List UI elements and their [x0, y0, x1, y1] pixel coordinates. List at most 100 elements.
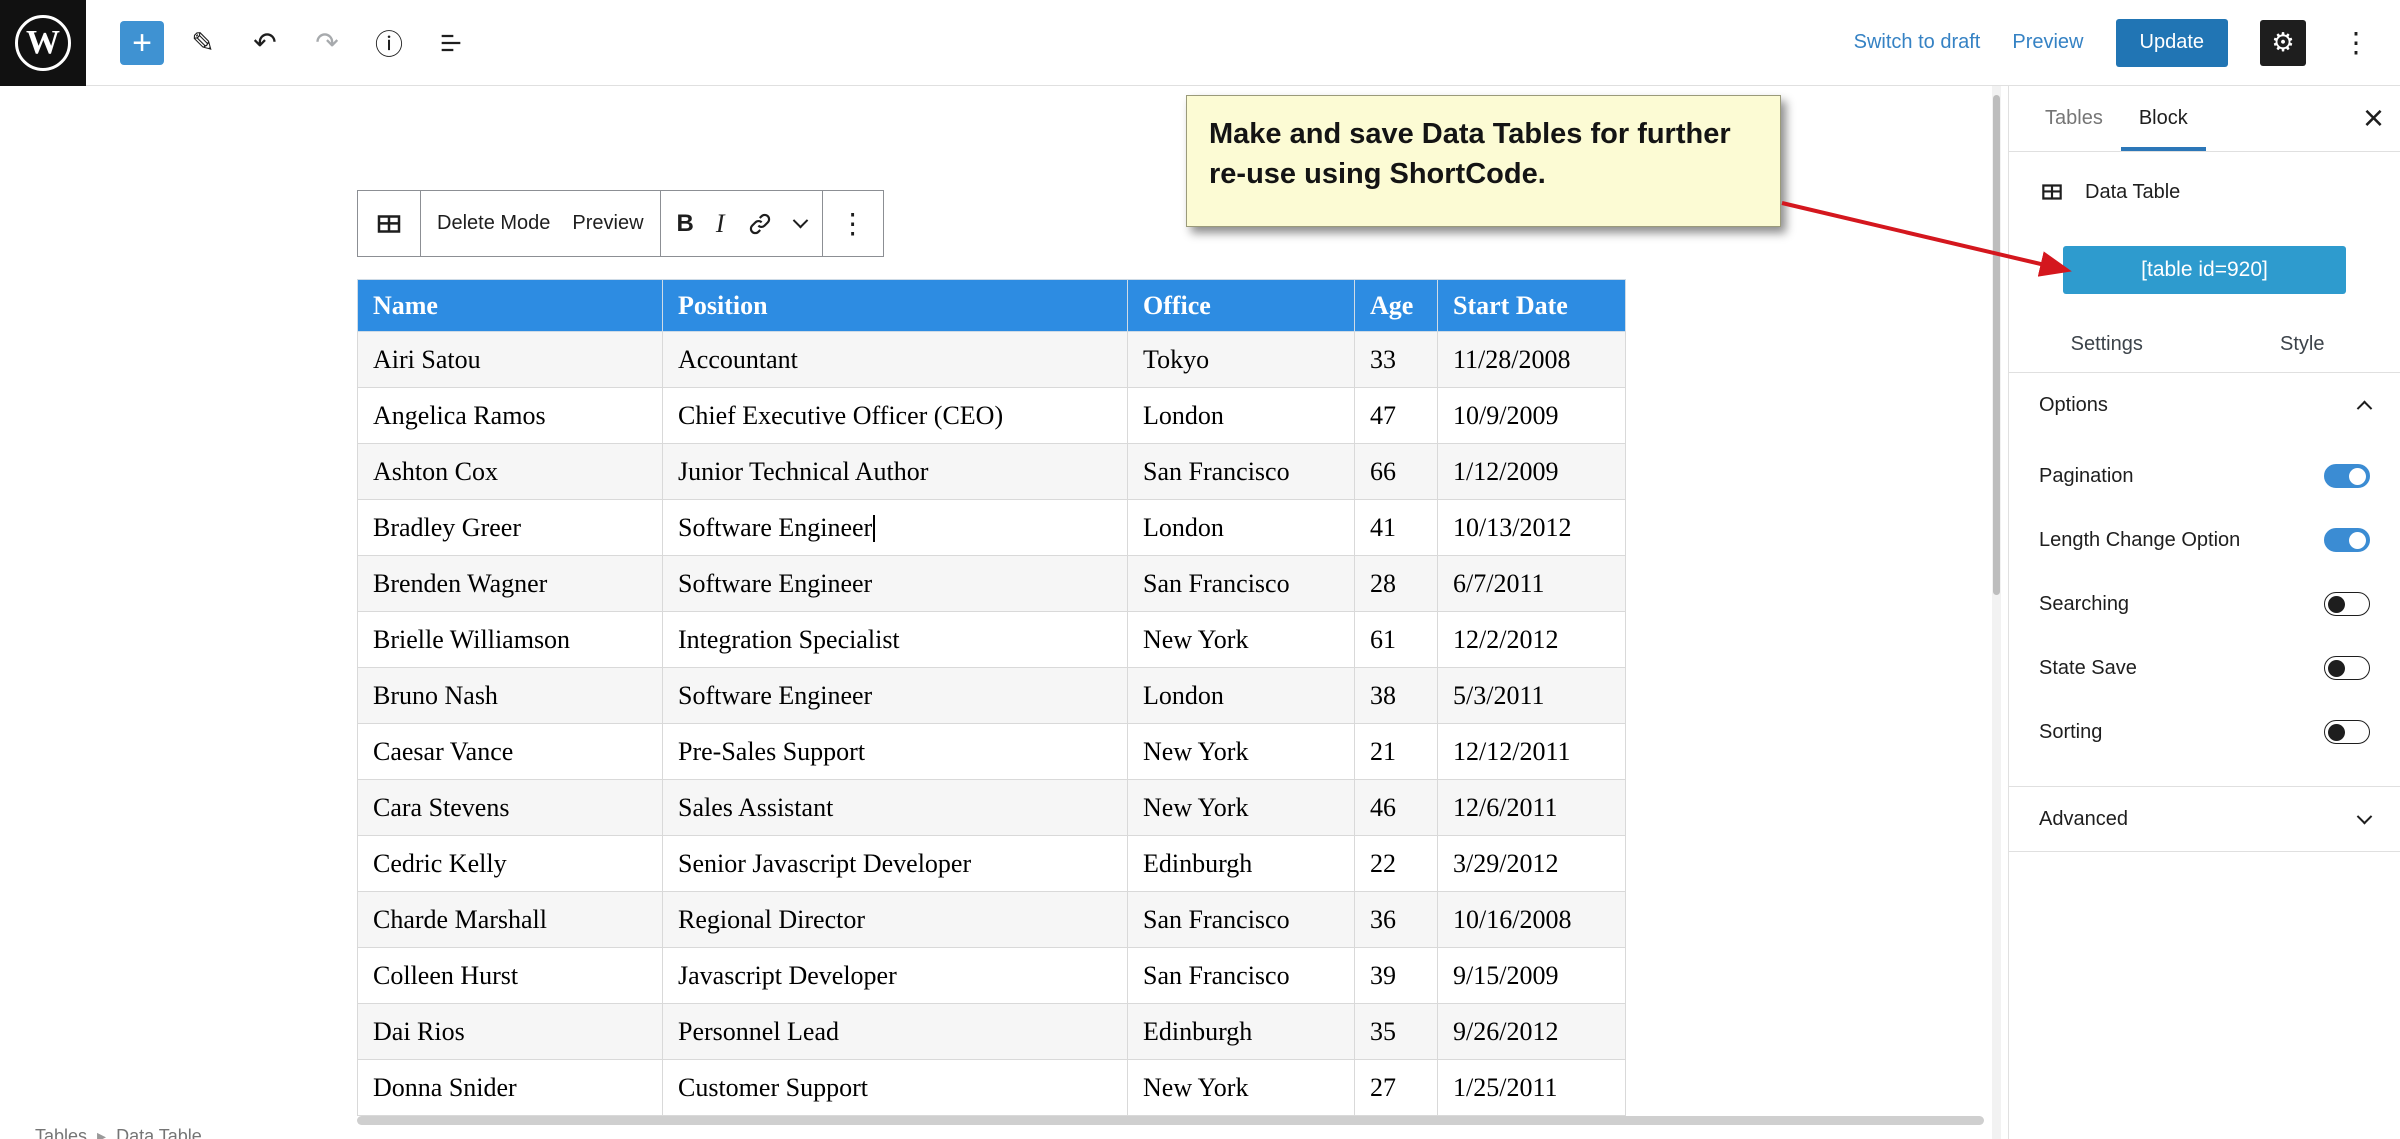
table-cell[interactable]: Colleen Hurst — [357, 947, 663, 1004]
table-cell[interactable]: 10/9/2009 — [1437, 387, 1626, 444]
table-cell[interactable]: Sales Assistant — [662, 779, 1128, 836]
table-cell[interactable]: 21 — [1354, 723, 1438, 780]
shortcode-button[interactable]: [table id=920] — [2063, 246, 2346, 294]
delete-mode-button[interactable]: Delete Mode — [437, 212, 550, 235]
table-cell[interactable]: Javascript Developer — [662, 947, 1128, 1004]
table-cell[interactable]: Donna Snider — [357, 1059, 663, 1116]
table-cell[interactable]: San Francisco — [1127, 947, 1355, 1004]
table-cell[interactable]: Regional Director — [662, 891, 1128, 948]
table-cell[interactable]: Ashton Cox — [357, 443, 663, 500]
table-cell[interactable]: New York — [1127, 779, 1355, 836]
table-cell[interactable]: San Francisco — [1127, 891, 1355, 948]
tab-style[interactable]: Style — [2205, 316, 2400, 372]
close-sidebar-button[interactable]: × — [2363, 98, 2384, 138]
list-view-button[interactable] — [428, 20, 474, 66]
sorting-toggle[interactable] — [2324, 720, 2370, 744]
table-cell[interactable]: Chief Executive Officer (CEO) — [662, 387, 1128, 444]
table-cell[interactable]: Angelica Ramos — [357, 387, 663, 444]
table-cell[interactable]: Senior Javascript Developer — [662, 835, 1128, 892]
table-cell[interactable]: Personnel Lead — [662, 1003, 1128, 1060]
more-options-button[interactable]: ⋮ — [2338, 26, 2374, 59]
table-cell[interactable]: Integration Specialist — [662, 611, 1128, 668]
table-cell[interactable]: New York — [1127, 611, 1355, 668]
details-button[interactable]: ⓘ — [366, 20, 412, 66]
table-cell[interactable]: Accountant — [662, 331, 1128, 388]
table-cell[interactable]: Pre-Sales Support — [662, 723, 1128, 780]
table-cell[interactable]: Brenden Wagner — [357, 555, 663, 612]
redo-button[interactable]: ↷ — [304, 20, 350, 66]
breadcrumb-root[interactable]: Tables — [35, 1126, 87, 1139]
state-save-toggle[interactable] — [2324, 656, 2370, 680]
preview-mode-button[interactable]: Preview — [572, 212, 643, 235]
table-cell[interactable]: 66 — [1354, 443, 1438, 500]
table-cell[interactable]: Brielle Williamson — [357, 611, 663, 668]
table-cell[interactable]: London — [1127, 499, 1355, 556]
add-block-button[interactable]: + — [120, 20, 164, 65]
column-header[interactable]: Age — [1354, 279, 1438, 332]
table-cell[interactable]: 38 — [1354, 667, 1438, 724]
column-header[interactable]: Office — [1127, 279, 1355, 332]
advanced-panel-header[interactable]: Advanced — [2009, 786, 2400, 852]
table-cell[interactable]: Junior Technical Author — [662, 443, 1128, 500]
table-cell[interactable]: Dai Rios — [357, 1003, 663, 1060]
vertical-scrollbar[interactable] — [1992, 86, 2001, 1139]
table-cell[interactable]: Customer Support — [662, 1059, 1128, 1116]
table-cell[interactable]: 35 — [1354, 1003, 1438, 1060]
table-cell[interactable]: Cara Stevens — [357, 779, 663, 836]
table-cell[interactable]: Tokyo — [1127, 331, 1355, 388]
table-cell[interactable]: 3/29/2012 — [1437, 835, 1626, 892]
table-cell[interactable]: 22 — [1354, 835, 1438, 892]
tab-block[interactable]: Block — [2121, 86, 2206, 151]
tools-pencil-button[interactable]: ✎ — [180, 20, 226, 66]
table-cell[interactable]: 12/6/2011 — [1437, 779, 1626, 836]
tab-tables[interactable]: Tables — [2027, 86, 2121, 151]
table-cell[interactable]: Software Engineer — [662, 667, 1128, 724]
table-cell[interactable]: Software Engineer — [662, 555, 1128, 612]
table-cell[interactable]: 10/13/2012 — [1437, 499, 1626, 556]
table-cell[interactable]: 41 — [1354, 499, 1438, 556]
table-cell[interactable]: Charde Marshall — [357, 891, 663, 948]
column-header[interactable]: Position — [662, 279, 1128, 332]
table-cell[interactable]: New York — [1127, 1059, 1355, 1116]
length-change-option-toggle[interactable] — [2324, 528, 2370, 552]
table-cell[interactable]: 11/28/2008 — [1437, 331, 1626, 388]
table-cell[interactable]: Edinburgh — [1127, 835, 1355, 892]
table-cell[interactable]: New York — [1127, 723, 1355, 780]
vertical-scrollbar-thumb[interactable] — [1993, 95, 2000, 595]
bold-button[interactable]: B — [677, 210, 694, 238]
table-cell[interactable]: 9/15/2009 — [1437, 947, 1626, 1004]
table-cell[interactable]: Cedric Kelly — [357, 835, 663, 892]
update-button[interactable]: Update — [2115, 18, 2228, 67]
table-cell[interactable]: Software Engineer — [662, 499, 1128, 556]
italic-button[interactable]: I — [716, 209, 725, 239]
table-cell[interactable]: London — [1127, 667, 1355, 724]
table-cell[interactable]: 61 — [1354, 611, 1438, 668]
table-cell[interactable]: Bruno Nash — [357, 667, 663, 724]
settings-gear-button[interactable]: ⚙ — [2260, 19, 2306, 66]
undo-button[interactable]: ↶ — [242, 20, 288, 66]
table-cell[interactable]: San Francisco — [1127, 443, 1355, 500]
table-cell[interactable]: 1/25/2011 — [1437, 1059, 1626, 1116]
pagination-toggle[interactable] — [2324, 464, 2370, 488]
preview-link[interactable]: Preview — [2012, 31, 2083, 54]
table-cell[interactable]: Caesar Vance — [357, 723, 663, 780]
table-cell[interactable]: 9/26/2012 — [1437, 1003, 1626, 1060]
table-cell[interactable]: 39 — [1354, 947, 1438, 1004]
horizontal-scrollbar[interactable] — [357, 1116, 1984, 1125]
link-button[interactable] — [747, 211, 773, 237]
table-cell[interactable]: 1/12/2009 — [1437, 443, 1626, 500]
table-cell[interactable]: 10/16/2008 — [1437, 891, 1626, 948]
table-cell[interactable]: 46 — [1354, 779, 1438, 836]
table-cell[interactable]: Bradley Greer — [357, 499, 663, 556]
more-formatting-button[interactable] — [792, 212, 808, 235]
table-cell[interactable]: 27 — [1354, 1059, 1438, 1116]
column-header[interactable]: Name — [357, 279, 663, 332]
switch-to-draft-link[interactable]: Switch to draft — [1854, 31, 1981, 54]
table-cell[interactable]: San Francisco — [1127, 555, 1355, 612]
column-header[interactable]: Start Date — [1437, 279, 1626, 332]
table-cell[interactable]: 12/12/2011 — [1437, 723, 1626, 780]
block-options-button[interactable]: ⋮ — [839, 207, 867, 240]
options-panel-header[interactable]: Options — [2009, 372, 2400, 438]
block-type-button[interactable] — [374, 209, 404, 239]
wordpress-logo[interactable]: W — [0, 0, 86, 86]
